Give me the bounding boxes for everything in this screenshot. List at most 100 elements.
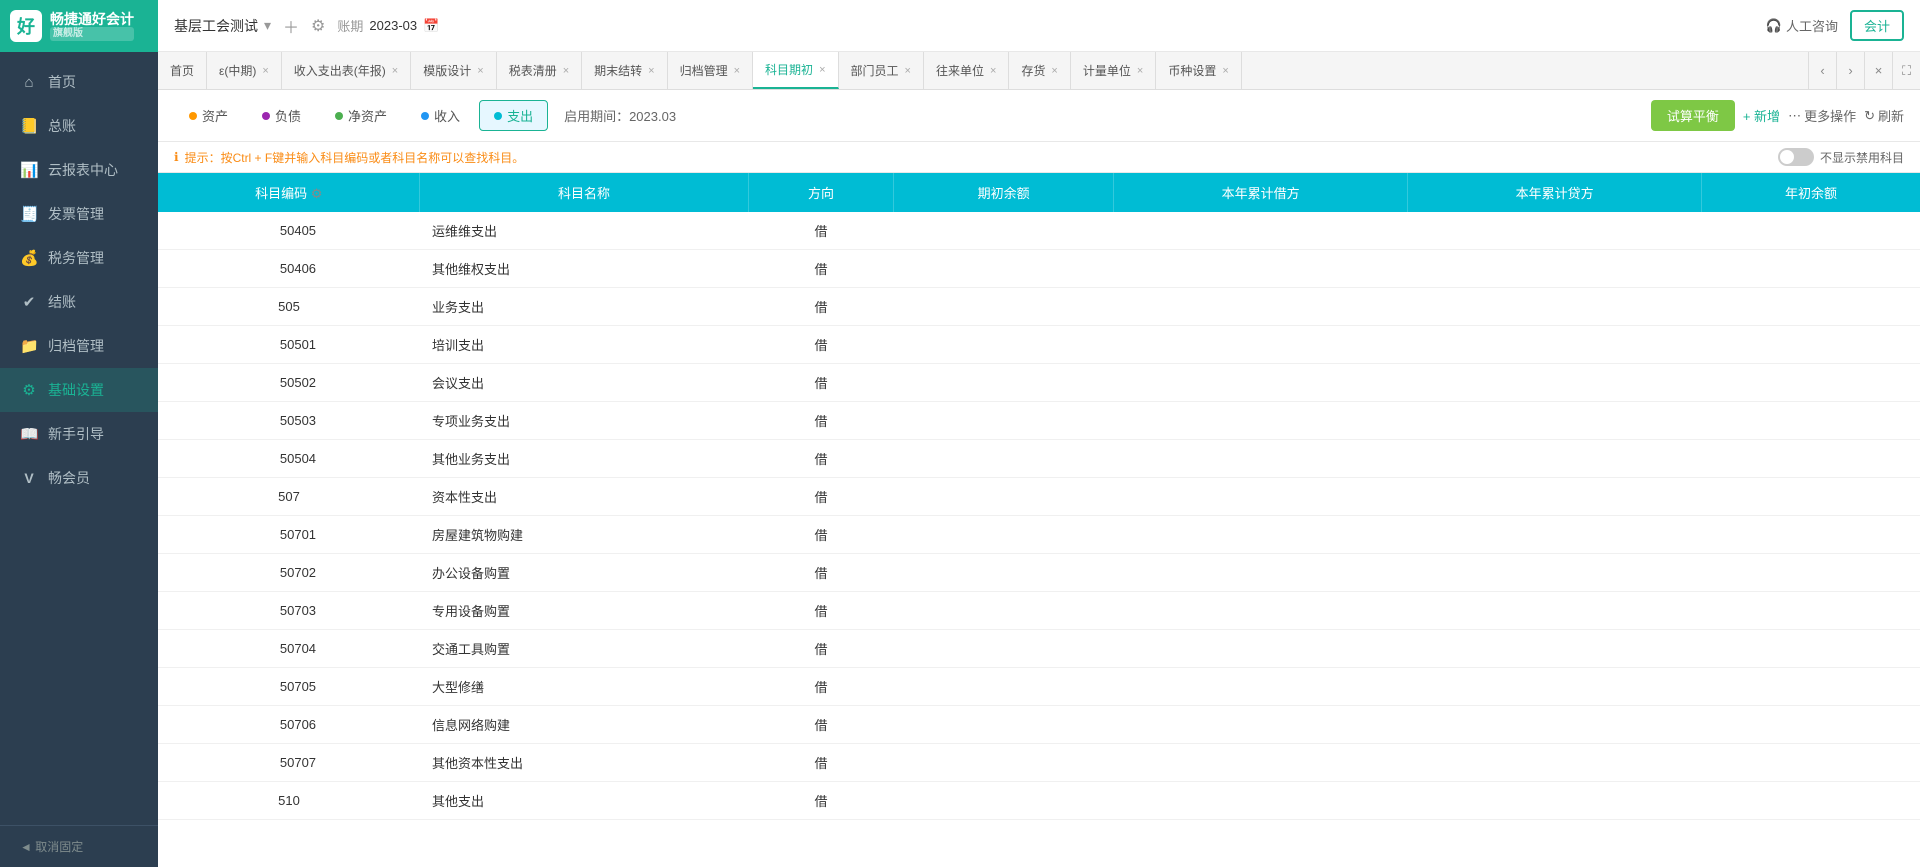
tab-subject-init[interactable]: 科目期初 × [753,52,838,89]
sidebar-item-guide[interactable]: 📖 新手引导 [0,412,158,456]
disable-toggle[interactable]: 不显示禁用科目 [1778,148,1904,166]
tab-tax[interactable]: 税表清册 × [497,52,582,89]
hint-message: 提示：按Ctrl + F键并输入科目编码或者科目名称可以查找科目。 [185,149,525,166]
more-label: 更多操作 [1804,106,1856,125]
tab-annual[interactable]: 收入支出表(年报) × [282,52,411,89]
headset-icon: 🎧 [1766,18,1782,34]
close-icon[interactable]: × [990,65,996,77]
cell-name: 交通工具购置 [420,630,748,668]
tab-expand[interactable]: ⛶ [1892,52,1920,90]
tab-template[interactable]: 模版设计 × [411,52,496,89]
cell-name: 专用设备购置 [420,592,748,630]
sidebar-label-report: 云报表中心 [48,160,118,180]
user-role-button[interactable]: 会计 [1850,10,1904,41]
refresh-button[interactable]: ↻ 刷新 [1864,106,1904,125]
tab-period-end[interactable]: 期末结转 × [582,52,667,89]
table-container: 科目编码 ⚙ 科目名称 方向 期初余额 本年累计借方 本年累计贷方 年初余额 5… [158,173,1920,867]
add-button[interactable]: + 新增 [1743,106,1780,125]
cell-balance [894,744,1114,782]
cell-balance [894,402,1114,440]
subtab-net-asset[interactable]: 净资产 [320,100,402,131]
tab-home[interactable]: 首页 [158,52,207,89]
report-icon: 📊 [20,161,38,179]
cell-credit [1408,744,1702,782]
action-buttons: 试算平衡 + 新增 ⋯ 更多操作 ↻ 刷新 [1651,100,1904,131]
sidebar-item-report[interactable]: 📊 云报表中心 [0,148,158,192]
tab-inventory[interactable]: 存货 × [1009,52,1070,89]
cell-balance [894,288,1114,326]
tab-partner[interactable]: 往来单位 × [924,52,1009,89]
cell-debit [1114,478,1408,516]
cell-balance [894,554,1114,592]
cell-debit [1114,744,1408,782]
cell-year-balance [1702,744,1920,782]
tab-dept-staff[interactable]: 部门员工 × [839,52,924,89]
close-icon[interactable]: × [648,65,654,77]
close-icon[interactable]: × [819,64,825,76]
tab-scroll-left[interactable]: ‹ [1808,52,1836,90]
calc-balance-button[interactable]: 试算平衡 [1651,100,1735,131]
close-icon[interactable]: × [1137,65,1143,77]
close-icon[interactable]: × [1222,65,1228,77]
close-icon[interactable]: × [905,65,911,77]
sidebar-item-ledger[interactable]: 📒 总账 [0,104,158,148]
app-edition: 旗舰版 [50,27,134,41]
close-icon[interactable]: × [262,65,268,77]
cell-year-balance [1702,706,1920,744]
hint-bar: ℹ 提示：按Ctrl + F键并输入科目编码或者科目名称可以查找科目。 不显示禁… [158,142,1920,173]
cell-direction: 借 [748,592,894,630]
sidebar-item-archive[interactable]: 📁 归档管理 [0,324,158,368]
tab-mid[interactable]: ε(中期) × [207,52,282,89]
sidebar: 好 畅捷通好会计 旗舰版 ⌂ 首页 📒 总账 📊 云报表中心 🧾 发票管理 💰 … [0,0,158,867]
subtab-expense[interactable]: 支出 [479,100,548,131]
archive-icon: 📁 [20,337,38,355]
table-row: 50504 其他业务支出 借 [158,440,1920,478]
close-icon[interactable]: × [477,65,483,77]
subtab-income[interactable]: 收入 [406,100,475,131]
close-icon[interactable]: × [563,65,569,77]
sidebar-item-settings[interactable]: ⚙ 基础设置 [0,368,158,412]
tab-currency[interactable]: 币种设置 × [1156,52,1241,89]
settings-icon: ⚙ [20,381,38,399]
cell-direction: 借 [748,288,894,326]
tab-scroll-right[interactable]: › [1836,52,1864,90]
cell-debit [1114,516,1408,554]
sidebar-item-tax[interactable]: 💰 税务管理 [0,236,158,280]
toggle-switch[interactable] [1778,148,1814,166]
sidebar-item-invoice[interactable]: 🧾 发票管理 [0,192,158,236]
sidebar-item-checkout[interactable]: ✔ 结账 [0,280,158,324]
tab-close-all[interactable]: × [1864,52,1892,90]
cell-year-balance [1702,402,1920,440]
col-year-balance: 年初余额 [1702,173,1920,212]
tab-partner-label: 往来单位 [936,62,984,79]
cell-balance [894,782,1114,820]
cell-code: 50501 [158,326,420,364]
calendar-icon[interactable]: 📅 [423,18,439,34]
sidebar-item-vip[interactable]: V 畅会员 [0,456,158,500]
subtab-asset[interactable]: 资产 [174,100,243,131]
sidebar-label-settings: 基础设置 [48,380,104,400]
period-label: 启用期间：2023.03 [564,106,676,125]
company-selector[interactable]: 基层工会测试 ▾ [174,16,271,36]
cell-debit [1114,364,1408,402]
tab-archive[interactable]: 归档管理 × [668,52,753,89]
toggle-label: 不显示禁用科目 [1820,149,1904,166]
table-row: 50707 其他资本性支出 借 [158,744,1920,782]
subtab-liability[interactable]: 负债 [247,100,316,131]
settings-button[interactable]: ⚙ [311,16,325,36]
cell-balance [894,668,1114,706]
cell-direction: 借 [748,668,894,706]
ledger-icon: 📒 [20,117,38,135]
sidebar-footer[interactable]: ◄ 取消固定 [0,825,158,867]
more-button[interactable]: ⋯ 更多操作 [1788,106,1856,125]
hint-text: ℹ 提示：按Ctrl + F键并输入科目编码或者科目名称可以查找科目。 [174,149,524,166]
consult-button[interactable]: 🎧 人工咨询 [1766,16,1838,35]
add-company-button[interactable]: ＋ [283,14,299,38]
tab-unit[interactable]: 计量单位 × [1071,52,1156,89]
col-settings-icon[interactable]: ⚙ [311,186,323,201]
close-icon[interactable]: × [1051,65,1057,77]
subtab-liability-label: 负债 [275,106,301,125]
close-icon[interactable]: × [734,65,740,77]
close-icon[interactable]: × [392,65,398,77]
sidebar-item-home[interactable]: ⌂ 首页 [0,60,158,104]
